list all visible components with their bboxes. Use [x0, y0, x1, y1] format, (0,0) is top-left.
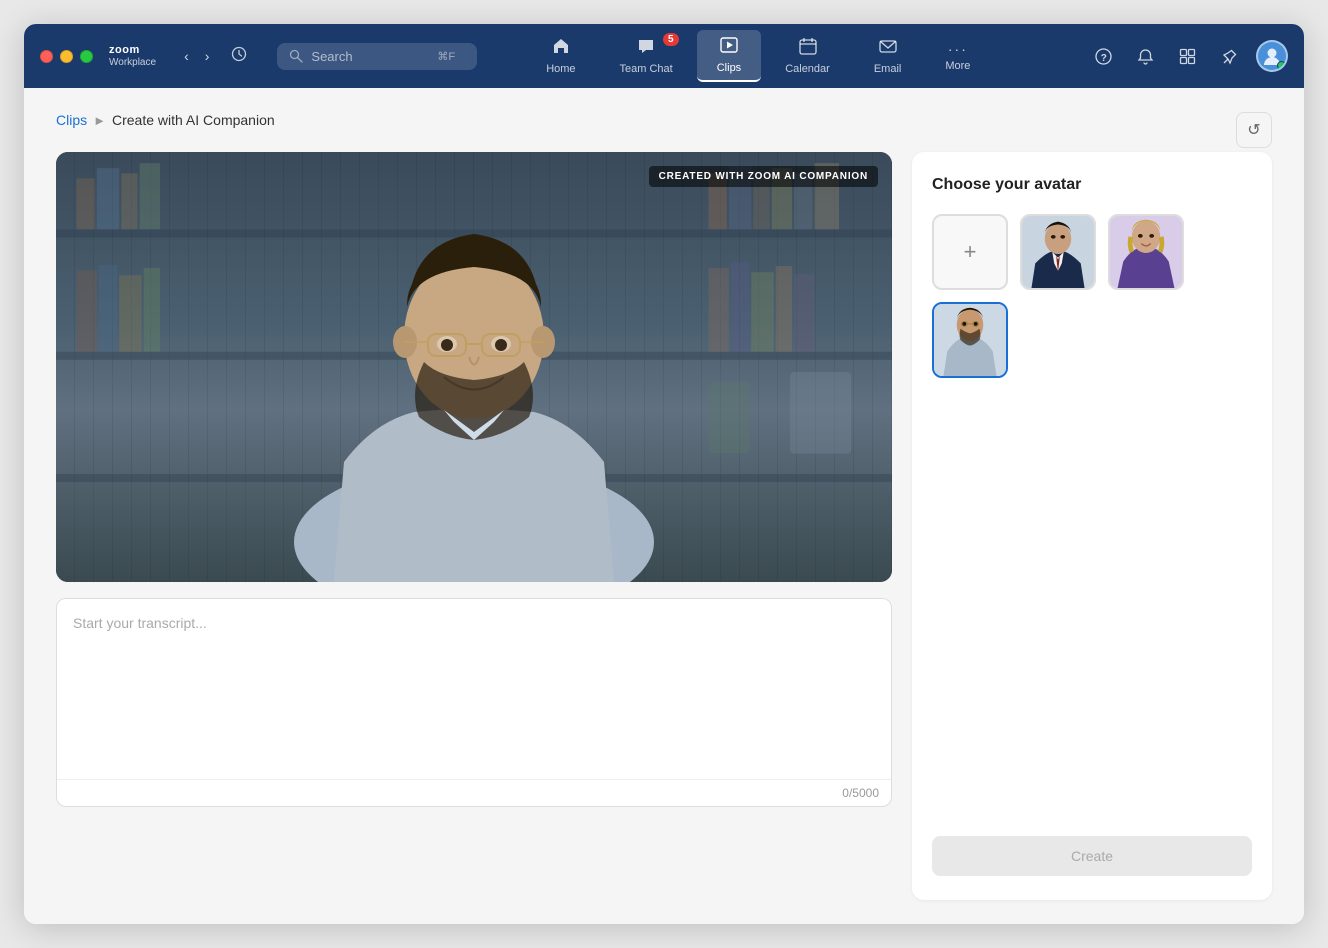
more-icon: ··· [948, 41, 968, 57]
layout-icon [1179, 48, 1196, 65]
layout-button[interactable] [1172, 40, 1204, 72]
content-header: Clips ► Create with AI Companion ↺ [56, 112, 1272, 148]
home-tab-label: Home [546, 63, 575, 75]
transcript-input[interactable] [57, 599, 891, 779]
notifications-button[interactable] [1130, 40, 1162, 72]
calendar-tab-label: Calendar [785, 63, 830, 75]
notifications-icon [1137, 48, 1154, 65]
zoom-logo-text: zoom [109, 44, 156, 56]
forward-button[interactable]: › [199, 42, 216, 71]
titlebar-right: ? [1088, 40, 1288, 72]
refresh-button[interactable]: ↺ [1236, 112, 1272, 148]
tab-email[interactable]: Email [854, 31, 922, 81]
email-icon [879, 37, 897, 60]
online-status-dot [1277, 61, 1286, 70]
app-window: zoom Workplace ‹ › [24, 24, 1304, 924]
tab-clips[interactable]: Clips [697, 30, 761, 82]
team-chat-icon [637, 37, 655, 60]
help-button[interactable]: ? [1088, 40, 1120, 72]
more-tab-label: More [945, 60, 970, 72]
tab-team-chat[interactable]: 5 Team Chat [600, 31, 693, 81]
clips-tab-label: Clips [717, 62, 741, 74]
person-figure [224, 162, 724, 582]
clips-icon [720, 36, 738, 59]
minimize-traffic-light[interactable] [60, 50, 73, 63]
add-avatar-button[interactable]: + [932, 214, 1008, 290]
avatar-section-title: Choose your avatar [932, 176, 1252, 194]
tab-calendar[interactable]: Calendar [765, 31, 850, 81]
avatar-3-image [934, 302, 1006, 378]
add-avatar-icon: + [964, 239, 977, 265]
email-tab-label: Email [874, 63, 902, 75]
right-panel-spacer [932, 398, 1252, 816]
right-panel: Choose your avatar + [912, 152, 1272, 900]
tab-more[interactable]: ··· More [925, 35, 990, 78]
workplace-label: Workplace [109, 57, 156, 68]
nav-arrows: ‹ › [178, 42, 255, 71]
tab-home[interactable]: Home [526, 31, 595, 81]
pin-button[interactable] [1214, 40, 1246, 72]
titlebar-left: zoom Workplace ‹ › [40, 42, 477, 71]
zoom-logo: zoom Workplace [109, 44, 156, 67]
main-layout: CREATED WITH ZOOM AI COMPANION 0/5000 Ch… [56, 152, 1272, 900]
avatar-2-image [1110, 214, 1182, 290]
svg-text:?: ? [1101, 53, 1107, 64]
video-preview: CREATED WITH ZOOM AI COMPANION [56, 152, 892, 582]
transcript-area: 0/5000 [56, 598, 892, 807]
calendar-icon [799, 37, 817, 60]
breadcrumb-current: Create with AI Companion [112, 112, 275, 128]
ai-companion-badge: CREATED WITH ZOOM AI COMPANION [649, 166, 878, 187]
breadcrumb-clips-link[interactable]: Clips [56, 112, 87, 128]
search-bar[interactable]: ⌘F [277, 43, 477, 70]
traffic-lights [40, 50, 93, 63]
refresh-icon: ↺ [1247, 120, 1260, 140]
search-icon [289, 49, 303, 63]
close-traffic-light[interactable] [40, 50, 53, 63]
help-icon: ? [1095, 48, 1112, 65]
breadcrumb: Clips ► Create with AI Companion [56, 112, 275, 128]
maximize-traffic-light[interactable] [80, 50, 93, 63]
char-count: 0/5000 [57, 779, 891, 806]
history-icon [231, 46, 247, 62]
create-button[interactable]: Create [932, 836, 1252, 876]
home-icon [552, 37, 570, 60]
avatar-option-2[interactable] [1108, 214, 1184, 290]
pin-icon [1221, 48, 1238, 65]
nav-tabs: Home 5 Team Chat Clips Calendar [526, 30, 990, 82]
user-avatar-button[interactable] [1256, 40, 1288, 72]
search-shortcut: ⌘F [437, 50, 455, 63]
history-button[interactable] [223, 42, 255, 71]
avatar-option-3[interactable] [932, 302, 1008, 378]
avatar-grid: + [932, 214, 1252, 378]
create-button-container: Create [932, 836, 1252, 876]
left-panel: CREATED WITH ZOOM AI COMPANION 0/5000 [56, 152, 892, 900]
avatar-option-1[interactable] [1020, 214, 1096, 290]
content-area: Clips ► Create with AI Companion ↺ [24, 88, 1304, 924]
back-button[interactable]: ‹ [178, 42, 195, 71]
titlebar: zoom Workplace ‹ › [24, 24, 1304, 88]
search-input[interactable] [311, 49, 421, 64]
team-chat-tab-label: Team Chat [620, 63, 673, 75]
avatar-1-image [1022, 214, 1094, 290]
breadcrumb-separator: ► [93, 113, 106, 128]
team-chat-badge: 5 [663, 33, 679, 46]
